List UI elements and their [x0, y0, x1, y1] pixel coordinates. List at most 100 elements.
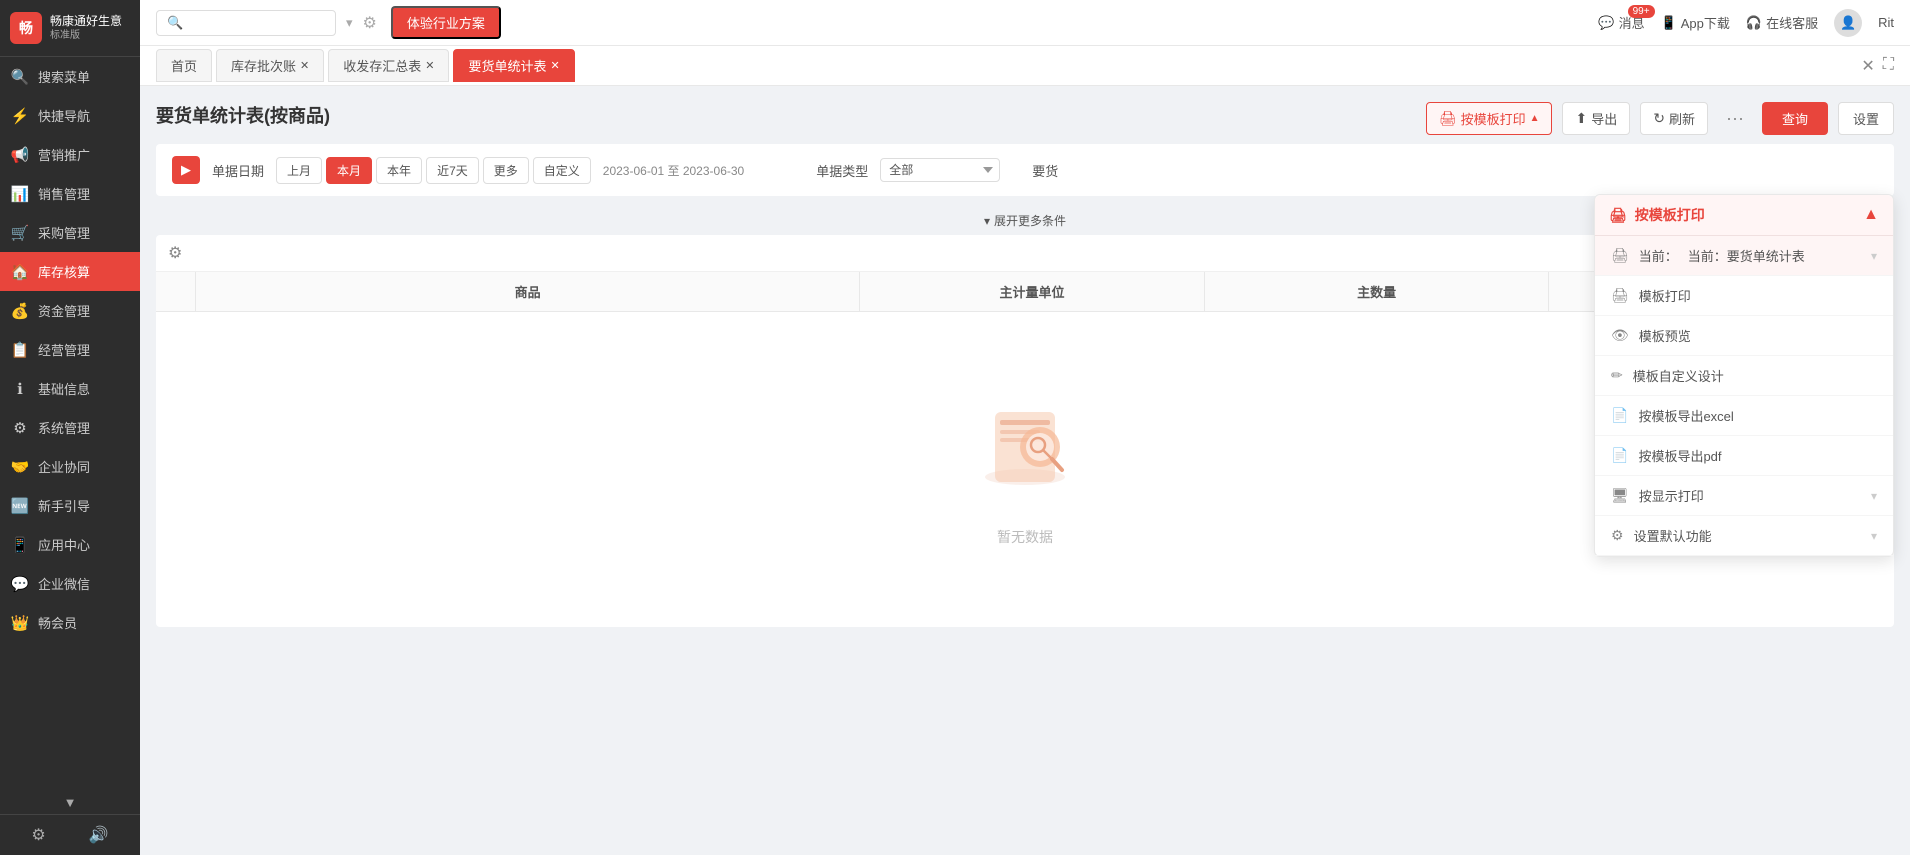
nav-label-newguide: 新手引导 [38, 496, 90, 515]
sidebar-item-basic[interactable]: ℹ 基础信息 [0, 369, 140, 408]
more-options-btn[interactable]: ··· [1718, 104, 1752, 133]
sidebar-scroll-down[interactable]: ▼ [0, 791, 140, 814]
tab-close-icon[interactable]: ✕ [1861, 56, 1874, 76]
print-dropdown-header: 🖨 按模板打印 ▲ [1595, 195, 1893, 236]
item-icon-display-print: 🖥 [1611, 487, 1629, 504]
logo-text: 畅康通好生意 标准版 [50, 14, 122, 43]
dropdown-item-default-function[interactable]: ⚙ 设置默认功能 ▾ [1595, 516, 1893, 556]
avatar[interactable]: 👤 [1834, 9, 1862, 37]
item-arrow-default-function: ▾ [1871, 529, 1877, 543]
date-btn-近7天[interactable]: 近7天 [426, 157, 479, 184]
print-dropdown-close-btn[interactable]: ▲ [1863, 206, 1879, 224]
nav-label-finance: 资金管理 [38, 301, 90, 320]
sidebar-item-newguide[interactable]: 🆕 新手引导 [0, 486, 140, 525]
sidebar-item-member[interactable]: 👑 畅会员 [0, 603, 140, 642]
date-btn-更多[interactable]: 更多 [483, 157, 529, 184]
tab-close-order-summary[interactable]: ✕ [551, 59, 560, 72]
tab-label-batch-account: 库存批次账 [231, 56, 296, 75]
setting-btn[interactable]: 设置 [1838, 102, 1894, 135]
sidebar-item-finance[interactable]: 💰 资金管理 [0, 291, 140, 330]
app-logo: 畅 畅康通好生意 标准版 [0, 0, 140, 57]
sidebar-item-inventory[interactable]: 🏠 库存核算 [0, 252, 140, 291]
tab-close-collection-summary[interactable]: ✕ [425, 59, 434, 72]
dropdown-item-display-print[interactable]: 🖥 按显示打印 ▾ [1595, 476, 1893, 516]
online-service-label: 在线客服 [1766, 13, 1818, 32]
sidebar-item-appcenter[interactable]: 📱 应用中心 [0, 525, 140, 564]
sidebar-item-sales[interactable]: 📊 销售管理 [0, 174, 140, 213]
sidebar-item-wechat[interactable]: 💬 企业微信 [0, 564, 140, 603]
main-area: 🔍 ▾ ⚙ 体验行业方案 💬 消息 99+ 📱 App下载 🎧 在线客服 👤 R… [140, 0, 1910, 855]
dropdown-item-template-print[interactable]: 🖨 模板打印 [1595, 276, 1893, 316]
settings-icon[interactable]: ⚙ [31, 825, 45, 845]
item-label-template-preview: 模板预览 [1639, 326, 1691, 345]
nav-icon-newguide: 🆕 [10, 497, 30, 515]
sidebar-item-system[interactable]: ⚙ 系统管理 [0, 408, 140, 447]
empty-text: 暂无数据 [997, 527, 1053, 547]
nav-icon-marketing: 📢 [10, 146, 30, 164]
trial-btn[interactable]: 体验行业方案 [391, 6, 501, 39]
sidebar-item-marketing[interactable]: 📢 营销推广 [0, 135, 140, 174]
table-header-col-2: 主计量单位 [860, 272, 1205, 311]
current-template-item[interactable]: 🖨 当前： 当前：要货单统计表 ▾ [1595, 236, 1893, 276]
dropdown-item-template-export-excel[interactable]: 📄 按模板导出excel [1595, 396, 1893, 436]
tab-batch-account[interactable]: 库存批次账 ✕ [216, 49, 324, 82]
nav-label-member: 畅会员 [38, 613, 77, 632]
print-template-btn[interactable]: 🖨 按模板打印 ▲ [1426, 102, 1553, 135]
expand-arrow-icon: ▾ [984, 214, 990, 228]
nav-label-shortcut: 快捷导航 [38, 106, 90, 125]
tab-home[interactable]: 首页 [156, 49, 212, 82]
online-service-group[interactable]: 🎧 在线客服 [1746, 13, 1818, 32]
phone-icon: 📱 [1661, 15, 1677, 31]
date-btn-本年[interactable]: 本年 [376, 157, 422, 184]
topbar-dropdown-arrow[interactable]: ▾ [346, 15, 353, 31]
tab-expand-icon[interactable]: ⛶ [1883, 56, 1894, 76]
topbar-search-box[interactable]: 🔍 [156, 10, 336, 36]
printer-header-icon: 🖨 [1609, 207, 1627, 224]
dropdown-items: 🖨 模板打印👁 模板预览✏ 模板自定义设计📄 按模板导出excel📄 按模板导出… [1595, 276, 1893, 556]
tab-collection-summary[interactable]: 收发存汇总表 ✕ [328, 49, 449, 82]
column-settings-icon[interactable]: ⚙ [168, 243, 182, 263]
type-select[interactable]: 全部 [880, 158, 1000, 182]
filter-expand-btn[interactable]: ▶ [172, 156, 200, 184]
table-header-col-3: 主数量 [1205, 272, 1550, 311]
tab-close-batch-account[interactable]: ✕ [300, 59, 309, 72]
nav-label-system: 系统管理 [38, 418, 90, 437]
nav-icon-sales: 📊 [10, 185, 30, 203]
template-current-icon: 🖨 [1611, 247, 1629, 264]
dropdown-item-template-custom[interactable]: ✏ 模板自定义设计 [1595, 356, 1893, 396]
topbar: 🔍 ▾ ⚙ 体验行业方案 💬 消息 99+ 📱 App下载 🎧 在线客服 👤 R… [140, 0, 1910, 46]
date-btn-custom[interactable]: 自定义 [533, 157, 591, 184]
nav-icon-operation: 📋 [10, 341, 30, 359]
tab-order-summary[interactable]: 要货单统计表 ✕ [453, 49, 574, 82]
export-btn[interactable]: ⬆ 导出 [1562, 102, 1630, 135]
dropdown-item-template-export-pdf[interactable]: 📄 按模板导出pdf [1595, 436, 1893, 476]
search-input[interactable] [189, 16, 309, 30]
sidebar-item-operation[interactable]: 📋 经营管理 [0, 330, 140, 369]
app-download-group[interactable]: 📱 App下载 [1661, 13, 1730, 32]
date-btn-上月[interactable]: 上月 [276, 157, 322, 184]
sidebar-nav: 🔍 搜索菜单⚡ 快捷导航📢 营销推广📊 销售管理🛒 采购管理🏠 库存核算💰 资金… [0, 57, 140, 791]
sidebar-item-search[interactable]: 🔍 搜索菜单 [0, 57, 140, 96]
nav-label-purchase: 采购管理 [38, 223, 90, 242]
tabs-bar: 首页 库存批次账 ✕收发存汇总表 ✕要货单统计表 ✕ ✕ ⛶ [140, 46, 1910, 86]
refresh-btn[interactable]: ↻ 刷新 [1640, 102, 1708, 135]
nav-label-marketing: 营销推广 [38, 145, 90, 164]
messages-group[interactable]: 💬 消息 99+ [1598, 13, 1644, 32]
date-btn-本月[interactable]: 本月 [326, 157, 372, 184]
sidebar-item-enterprise[interactable]: 🤝 企业协同 [0, 447, 140, 486]
topbar-gear-icon[interactable]: ⚙ [363, 13, 377, 33]
app-download-label: App下载 [1681, 13, 1730, 32]
print-dropdown-title: 🖨 按模板打印 [1609, 205, 1705, 225]
sidebar-item-purchase[interactable]: 🛒 采购管理 [0, 213, 140, 252]
sidebar: 畅 畅康通好生意 标准版 🔍 搜索菜单⚡ 快捷导航📢 营销推广📊 销售管理🛒 采… [0, 0, 140, 855]
nav-icon-system: ⚙ [10, 419, 30, 437]
nav-icon-basic: ℹ [10, 380, 30, 398]
dropdown-item-template-preview[interactable]: 👁 模板预览 [1595, 316, 1893, 356]
item-icon-template-export-pdf: 📄 [1611, 447, 1628, 464]
headset-icon: 🎧 [1746, 15, 1762, 31]
nav-label-basic: 基础信息 [38, 379, 90, 398]
sidebar-item-shortcut[interactable]: ⚡ 快捷导航 [0, 96, 140, 135]
sound-icon[interactable]: 🔊 [89, 825, 109, 845]
item-label-default-function: 设置默认功能 [1634, 526, 1712, 545]
query-btn[interactable]: 查询 [1762, 102, 1828, 135]
